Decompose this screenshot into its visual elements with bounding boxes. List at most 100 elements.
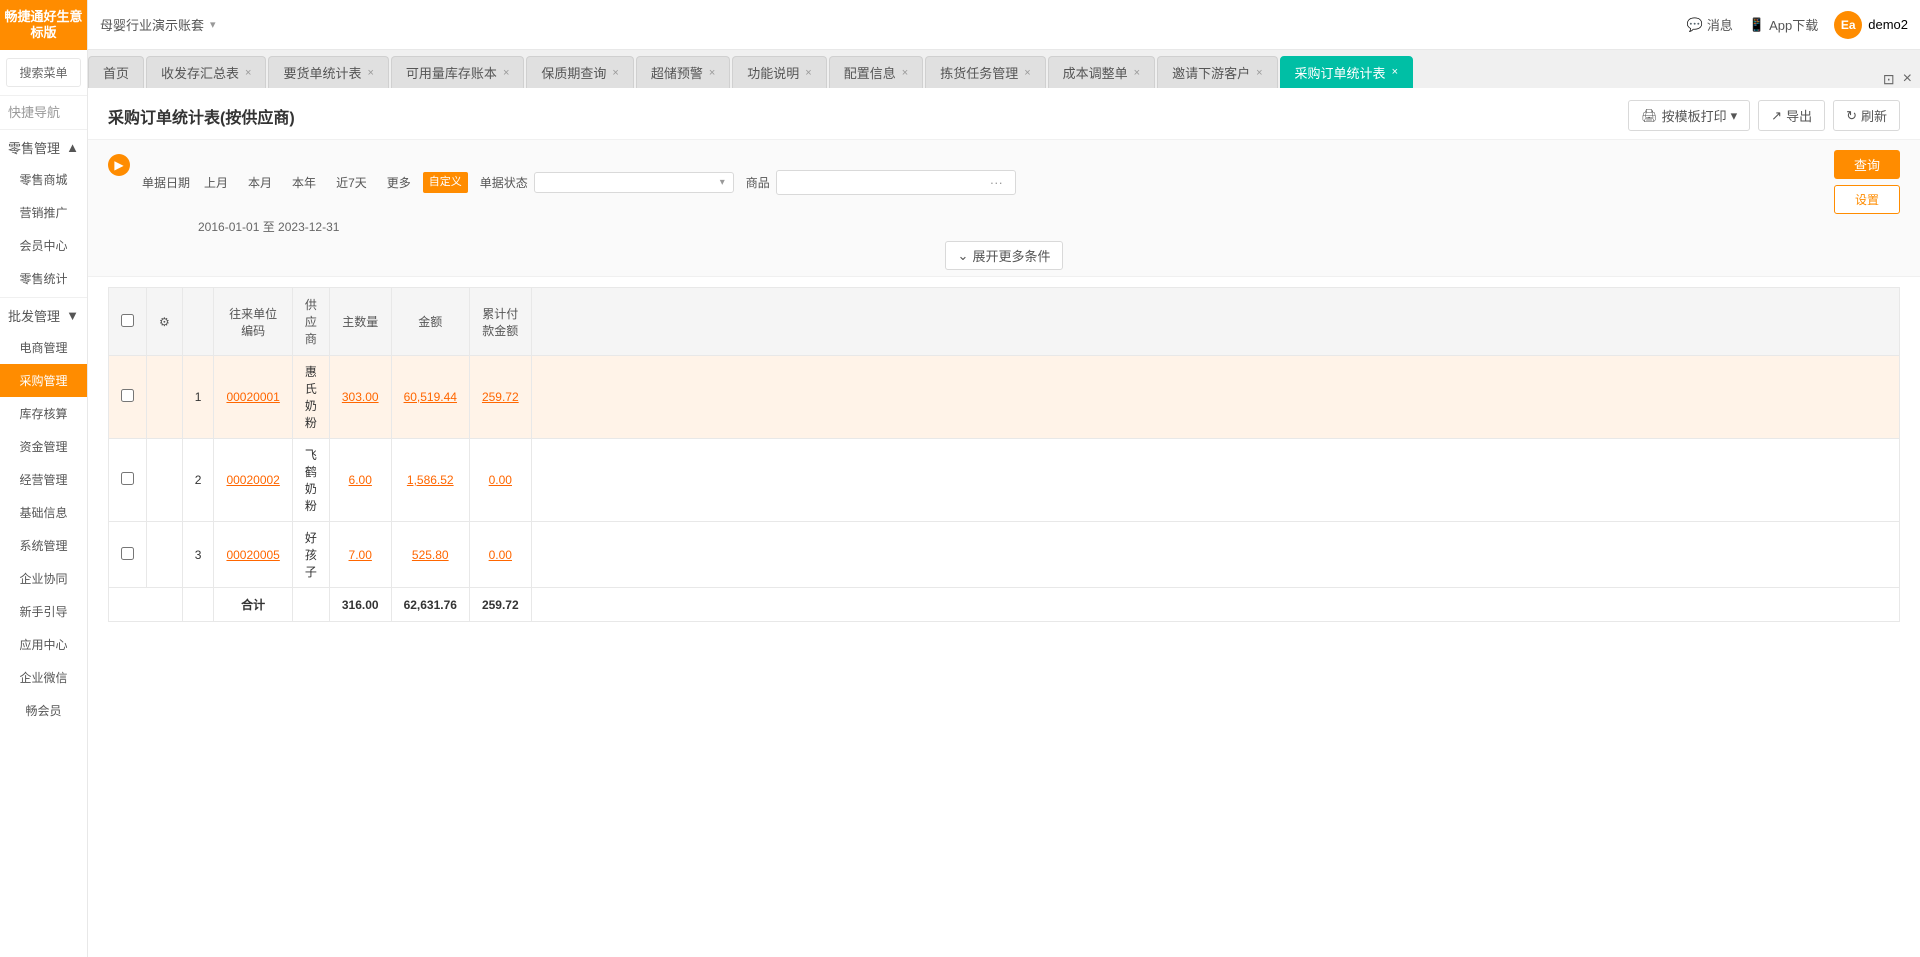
row-unit-code[interactable]: 00020001 xyxy=(214,356,292,439)
sidebar-item-inventory[interactable]: 库存核算 xyxy=(0,397,87,430)
more-date-button[interactable]: 更多 xyxy=(379,172,419,193)
print-button[interactable]: 🖨 按模板打印 ▾ xyxy=(1628,100,1750,131)
row-select-checkbox[interactable] xyxy=(121,389,134,402)
tab-cost-adjust[interactable]: 成本调整单 × xyxy=(1048,56,1155,88)
status-select[interactable]: ▾ xyxy=(534,172,734,193)
sidebar-divider-1 xyxy=(0,129,87,130)
print-dropdown-icon[interactable]: ▾ xyxy=(1731,108,1738,124)
tab-label: 采购订单统计表 xyxy=(1295,63,1386,82)
refresh-button[interactable]: ↻ 刷新 xyxy=(1833,100,1900,131)
row-unit-code[interactable]: 00020002 xyxy=(214,439,292,522)
row-gear xyxy=(147,439,183,522)
sidebar-item-chang-member[interactable]: 畅会员 xyxy=(0,694,87,727)
tab-label: 收发存汇总表 xyxy=(161,63,239,82)
tab-close-icon[interactable]: × xyxy=(245,67,251,79)
quick-nav-label[interactable]: 快捷导航 xyxy=(0,96,87,127)
tab-available-inventory[interactable]: 可用量库存账本 × xyxy=(391,56,524,88)
tab-function-desc[interactable]: 功能说明 × xyxy=(732,56,826,88)
tab-home[interactable]: 首页 xyxy=(88,56,144,88)
row-amount[interactable]: 1,586.52 xyxy=(391,439,469,522)
sidebar-item-retail-management[interactable]: 零售管理 ▲ xyxy=(0,132,87,163)
col-header-paid: 累计付款金额 xyxy=(469,288,531,356)
app-download-button[interactable]: 📱 App下载 xyxy=(1749,15,1818,34)
tab-close-icon[interactable]: × xyxy=(503,67,509,79)
this-month-button[interactable]: 本月 xyxy=(240,172,280,193)
sidebar-item-basic-info[interactable]: 基础信息 xyxy=(0,496,87,529)
message-button[interactable]: 💬 消息 xyxy=(1687,15,1733,34)
tab-close-icon[interactable]: × xyxy=(805,67,811,79)
workspace-dropdown-icon[interactable]: ▾ xyxy=(210,18,216,31)
tab-close-icon[interactable]: × xyxy=(612,67,618,79)
sidebar-item-purchase[interactable]: 采购管理 xyxy=(0,364,87,397)
row-amount[interactable]: 60,519.44 xyxy=(391,356,469,439)
export-button[interactable]: ↗ 导出 xyxy=(1758,100,1825,131)
print-icon: 🖨 xyxy=(1641,108,1658,124)
sidebar-item-enterprise-wechat[interactable]: 企业微信 xyxy=(0,661,87,694)
tab-close-icon[interactable]: × xyxy=(1392,66,1398,78)
row-index: 1 xyxy=(182,356,214,439)
7days-button[interactable]: 近7天 xyxy=(328,172,375,193)
tab-invite-downstream[interactable]: 邀请下游客户 × xyxy=(1157,56,1277,88)
tab-close-window-button[interactable]: × xyxy=(1903,70,1912,88)
tab-config[interactable]: 配置信息 × xyxy=(829,56,923,88)
goods-select[interactable]: ··· xyxy=(776,170,1016,195)
col-header-gear[interactable]: ⚙ xyxy=(147,288,183,356)
tab-purchase-order-stats[interactable]: 采购订单统计表 × xyxy=(1280,56,1413,88)
tab-restore-button[interactable]: ⊡ xyxy=(1883,71,1895,88)
tab-close-icon[interactable]: × xyxy=(367,67,373,79)
tab-close-icon[interactable]: × xyxy=(1134,67,1140,79)
row-checkbox xyxy=(109,439,147,522)
last-month-button[interactable]: 上月 xyxy=(196,172,236,193)
sidebar-item-newbie-guide[interactable]: 新手引导 xyxy=(0,595,87,628)
sidebar-item-enterprise-collab[interactable]: 企业协同 xyxy=(0,562,87,595)
row-paid[interactable]: 0.00 xyxy=(469,439,531,522)
query-button[interactable]: 查询 xyxy=(1834,150,1900,179)
tab-pick-task[interactable]: 拣货任务管理 × xyxy=(925,56,1045,88)
tab-label: 功能说明 xyxy=(747,63,799,82)
select-all-checkbox[interactable] xyxy=(121,314,134,327)
sidebar-item-operations[interactable]: 经营管理 xyxy=(0,463,87,496)
settings-button[interactable]: 设置 xyxy=(1834,185,1900,214)
row-amount[interactable]: 525.80 xyxy=(391,522,469,588)
sidebar-item-retail-stats[interactable]: 零售统计 xyxy=(0,262,87,295)
footer-supplier-empty xyxy=(292,588,329,622)
row-unit-code[interactable]: 00020005 xyxy=(214,522,292,588)
sidebar-item-system[interactable]: 系统管理 xyxy=(0,529,87,562)
table-wrapper: ⚙ 往来单位编码 供应商 主数量 金额 累计付款金额 xyxy=(88,287,1920,622)
this-year-button[interactable]: 本年 xyxy=(284,172,324,193)
row-paid[interactable]: 259.72 xyxy=(469,356,531,439)
sidebar-item-marketing[interactable]: 营销推广 xyxy=(0,196,87,229)
sidebar-item-app-center[interactable]: 应用中心 xyxy=(0,628,87,661)
search-menu-button[interactable]: 搜索菜单 xyxy=(6,58,81,87)
app-logo-text: 畅捷通好生意 标版 xyxy=(4,9,82,40)
sidebar-item-member-center[interactable]: 会员中心 xyxy=(0,229,87,262)
user-menu[interactable]: Ea demo2 xyxy=(1834,11,1908,39)
sidebar-item-wholesale[interactable]: 批发管理 ▼ xyxy=(0,300,87,331)
row-select-checkbox[interactable] xyxy=(121,547,134,560)
goods-more-icon[interactable]: ··· xyxy=(986,175,1007,190)
tab-close-icon[interactable]: × xyxy=(709,67,715,79)
tab-requisition[interactable]: 要货单统计表 × xyxy=(268,56,388,88)
row-qty[interactable]: 7.00 xyxy=(329,522,391,588)
row-paid[interactable]: 0.00 xyxy=(469,522,531,588)
row-qty[interactable]: 303.00 xyxy=(329,356,391,439)
status-dropdown-icon: ▾ xyxy=(720,177,725,188)
row-index: 2 xyxy=(182,439,214,522)
row-qty[interactable]: 6.00 xyxy=(329,439,391,522)
tab-stock-summary[interactable]: 收发存汇总表 × xyxy=(146,56,266,88)
sidebar-item-ecommerce[interactable]: 电商管理 xyxy=(0,331,87,364)
col-header-checkbox xyxy=(109,288,147,356)
sidebar-item-finance[interactable]: 资金管理 xyxy=(0,430,87,463)
tab-close-icon[interactable]: × xyxy=(1024,67,1030,79)
app-logo: 畅捷通好生意 标版 xyxy=(0,0,87,50)
expand-more-button[interactable]: ⌄ 展开更多条件 xyxy=(945,241,1064,270)
row-select-checkbox[interactable] xyxy=(121,472,134,485)
footer-label: 合计 xyxy=(214,588,292,622)
tab-overstock-warning[interactable]: 超储预警 × xyxy=(636,56,730,88)
tab-close-icon[interactable]: × xyxy=(1256,67,1262,79)
tab-label: 要货单统计表 xyxy=(283,63,361,82)
filter-toggle-button[interactable]: ▶ xyxy=(108,154,130,176)
sidebar-item-retail-mall[interactable]: 零售商城 xyxy=(0,163,87,196)
tab-close-icon[interactable]: × xyxy=(902,67,908,79)
tab-shelf-life[interactable]: 保质期查询 × xyxy=(526,56,633,88)
